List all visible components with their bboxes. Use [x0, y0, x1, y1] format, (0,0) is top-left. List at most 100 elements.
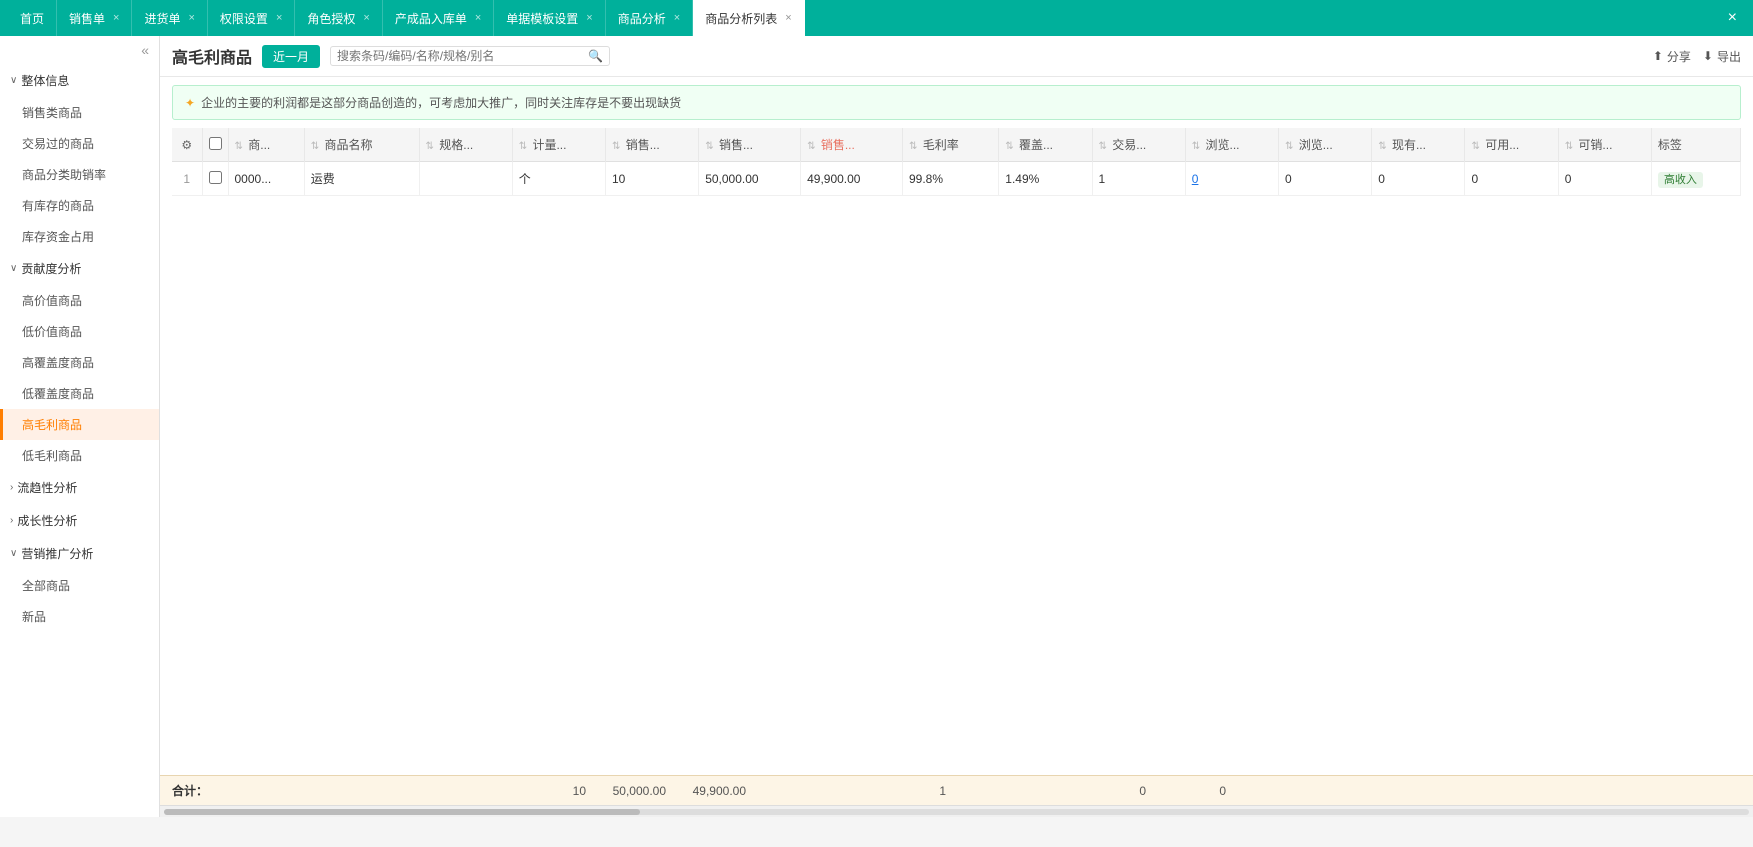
col-name[interactable]: ⇅ 商品名称 [304, 128, 419, 162]
tab-products-inbound[interactable]: 产成品入库单 × [383, 0, 494, 36]
sidebar-group-growth[interactable]: › 成长性分析 [0, 504, 159, 537]
tab-products-inbound-close[interactable]: × [475, 12, 481, 24]
tab-roles[interactable]: 角色授权 × [295, 0, 382, 36]
sidebar-item-low-margin[interactable]: 低毛利商品 [0, 440, 159, 471]
sidebar-item-low-value[interactable]: 低价值商品 [0, 316, 159, 347]
sidebar-item-in-stock-label: 有库存的商品 [22, 199, 94, 213]
tab-sales-label: 销售单 [69, 10, 105, 27]
sort-icon-browse2: ⇅ [1285, 141, 1293, 152]
sidebar-group-overall[interactable]: ∨ 整体信息 [0, 64, 159, 97]
sidebar-collapse[interactable]: « [0, 36, 159, 64]
col-coverage[interactable]: ⇅ 覆盖... [999, 128, 1092, 162]
row-sale-amount: 50,000.00 [699, 162, 801, 196]
col-gross-margin[interactable]: ⇅ 毛利率 [902, 128, 998, 162]
sidebar-item-stock-funds-label: 库存资金占用 [22, 230, 94, 244]
tab-template-settings[interactable]: 单据模板设置 × [494, 0, 605, 36]
col-tag[interactable]: 标签 [1651, 128, 1740, 162]
collapse-arrow-icon[interactable]: « [137, 40, 153, 60]
sidebar-item-high-coverage-label: 高覆盖度商品 [22, 356, 94, 370]
settings-icon[interactable]: ⚙ [181, 138, 192, 152]
col-browse2[interactable]: ⇅ 浏览... [1278, 128, 1371, 162]
tab-permissions-close[interactable]: × [276, 12, 282, 24]
tab-template-settings-close[interactable]: × [586, 12, 592, 24]
row-spec [419, 162, 512, 196]
sort-icon-spec: ⇅ [426, 141, 434, 152]
tab-product-analysis[interactable]: 商品分析 × [606, 0, 693, 36]
content-header: 高毛利商品 近一月 🔍 ⬆ 分享 ⬇ 导出 [160, 36, 1753, 77]
sidebar-item-in-stock[interactable]: 有库存的商品 [0, 190, 159, 221]
sidebar-item-sales-goods[interactable]: 销售类商品 [0, 97, 159, 128]
footer-total: 合计： 10 50,000.00 49,900.00 1 0 0 [160, 775, 1753, 805]
sidebar-item-high-margin[interactable]: 高毛利商品 [0, 409, 159, 440]
tab-purchase[interactable]: 进货单 × [132, 0, 207, 36]
col-current-stock[interactable]: ⇅ 现有... [1372, 128, 1465, 162]
sort-icon-available: ⇅ [1471, 141, 1479, 152]
tab-home[interactable]: 首页 [8, 0, 57, 36]
group-arrow-contribution: ∨ [10, 263, 17, 274]
sidebar-item-traded-goods[interactable]: 交易过的商品 [0, 128, 159, 159]
col-sale-profit[interactable]: ⇅ 销售... [801, 128, 903, 162]
row-trade: 1 [1092, 162, 1185, 196]
col-code[interactable]: ⇅ 商... [228, 128, 304, 162]
share-button[interactable]: ⬆ 分享 [1653, 48, 1691, 65]
sidebar-group-trend[interactable]: › 流趋性分析 [0, 471, 159, 504]
footer-sale-amount: 50,000.00 [592, 784, 672, 798]
sidebar-item-low-coverage[interactable]: 低覆盖度商品 [0, 378, 159, 409]
sidebar-group-trend-label: 流趋性分析 [17, 479, 77, 496]
row-checkbox-cell[interactable] [202, 162, 228, 196]
tab-sales[interactable]: 销售单 × [57, 0, 132, 36]
header-actions: ⬆ 分享 ⬇ 导出 [1653, 48, 1741, 65]
row-sellable: 0 [1558, 162, 1651, 196]
scrollbar-track[interactable] [164, 809, 1749, 815]
sidebar-item-high-coverage[interactable]: 高覆盖度商品 [0, 347, 159, 378]
footer-sale-profit: 49,900.00 [672, 784, 752, 798]
tab-roles-close[interactable]: × [363, 12, 369, 24]
sidebar-item-all-goods[interactable]: 全部商品 [0, 570, 159, 601]
sidebar-item-low-value-label: 低价值商品 [22, 325, 82, 339]
sidebar-group-marketing[interactable]: ∨ 营销推广分析 [0, 537, 159, 570]
tab-product-analysis-list-close[interactable]: × [785, 12, 791, 24]
col-spec[interactable]: ⇅ 规格... [419, 128, 512, 162]
col-browse1[interactable]: ⇅ 浏览... [1185, 128, 1278, 162]
export-button[interactable]: ⬇ 导出 [1703, 48, 1741, 65]
search-input[interactable] [337, 49, 584, 63]
info-icon: ✦ [185, 96, 195, 110]
sort-icon-gross-margin: ⇅ [909, 141, 917, 152]
row-checkbox[interactable] [209, 171, 222, 184]
col-unit[interactable]: ⇅ 计量... [512, 128, 605, 162]
col-settings[interactable]: ⚙ [172, 128, 202, 162]
tab-permissions[interactable]: 权限设置 × [208, 0, 295, 36]
top-nav: 首页 销售单 × 进货单 × 权限设置 × 角色授权 × 产成品入库单 × 单据… [0, 0, 1753, 36]
page-title: 高毛利商品 [172, 44, 252, 68]
tab-product-analysis-list[interactable]: 商品分析列表 × [693, 0, 804, 36]
sidebar-item-new-goods[interactable]: 新品 [0, 601, 159, 632]
scrollbar-thumb[interactable] [164, 809, 640, 815]
sidebar-group-contribution[interactable]: ∨ 贡献度分析 [0, 252, 159, 285]
col-sale-qty[interactable]: ⇅ 销售... [605, 128, 698, 162]
row-browse1[interactable]: 0 [1185, 162, 1278, 196]
sidebar-item-high-value-label: 高价值商品 [22, 294, 82, 308]
select-all-checkbox[interactable] [209, 137, 222, 150]
search-icon[interactable]: 🔍 [588, 49, 603, 63]
tab-sales-close[interactable]: × [113, 12, 119, 24]
col-sellable[interactable]: ⇅ 可销... [1558, 128, 1651, 162]
col-available[interactable]: ⇅ 可用... [1465, 128, 1558, 162]
col-checkbox[interactable] [202, 128, 228, 162]
search-box[interactable]: 🔍 [330, 46, 610, 66]
bottom-scrollbar[interactable] [160, 805, 1753, 817]
tab-product-analysis-close[interactable]: × [674, 12, 680, 24]
export-label: 导出 [1717, 48, 1741, 65]
sidebar-item-category-rate[interactable]: 商品分类助销率 [0, 159, 159, 190]
browse1-link[interactable]: 0 [1192, 172, 1199, 186]
col-sale-amount[interactable]: ⇅ 销售... [699, 128, 801, 162]
info-text: 企业的主要的利润都是这部分商品创造的，可考虑加大推广，同时关注库存是不要出现缺货 [201, 94, 681, 111]
sidebar-item-stock-funds[interactable]: 库存资金占用 [0, 221, 159, 252]
sidebar-group-overall-label: 整体信息 [21, 72, 69, 89]
tab-permissions-label: 权限设置 [220, 10, 268, 27]
tab-purchase-close[interactable]: × [188, 12, 194, 24]
filter-recent-month-button[interactable]: 近一月 [262, 45, 320, 68]
sidebar-item-high-value[interactable]: 高价值商品 [0, 285, 159, 316]
window-close-button[interactable]: × [1720, 9, 1745, 27]
col-trade[interactable]: ⇅ 交易... [1092, 128, 1185, 162]
row-code: 0000... [228, 162, 304, 196]
